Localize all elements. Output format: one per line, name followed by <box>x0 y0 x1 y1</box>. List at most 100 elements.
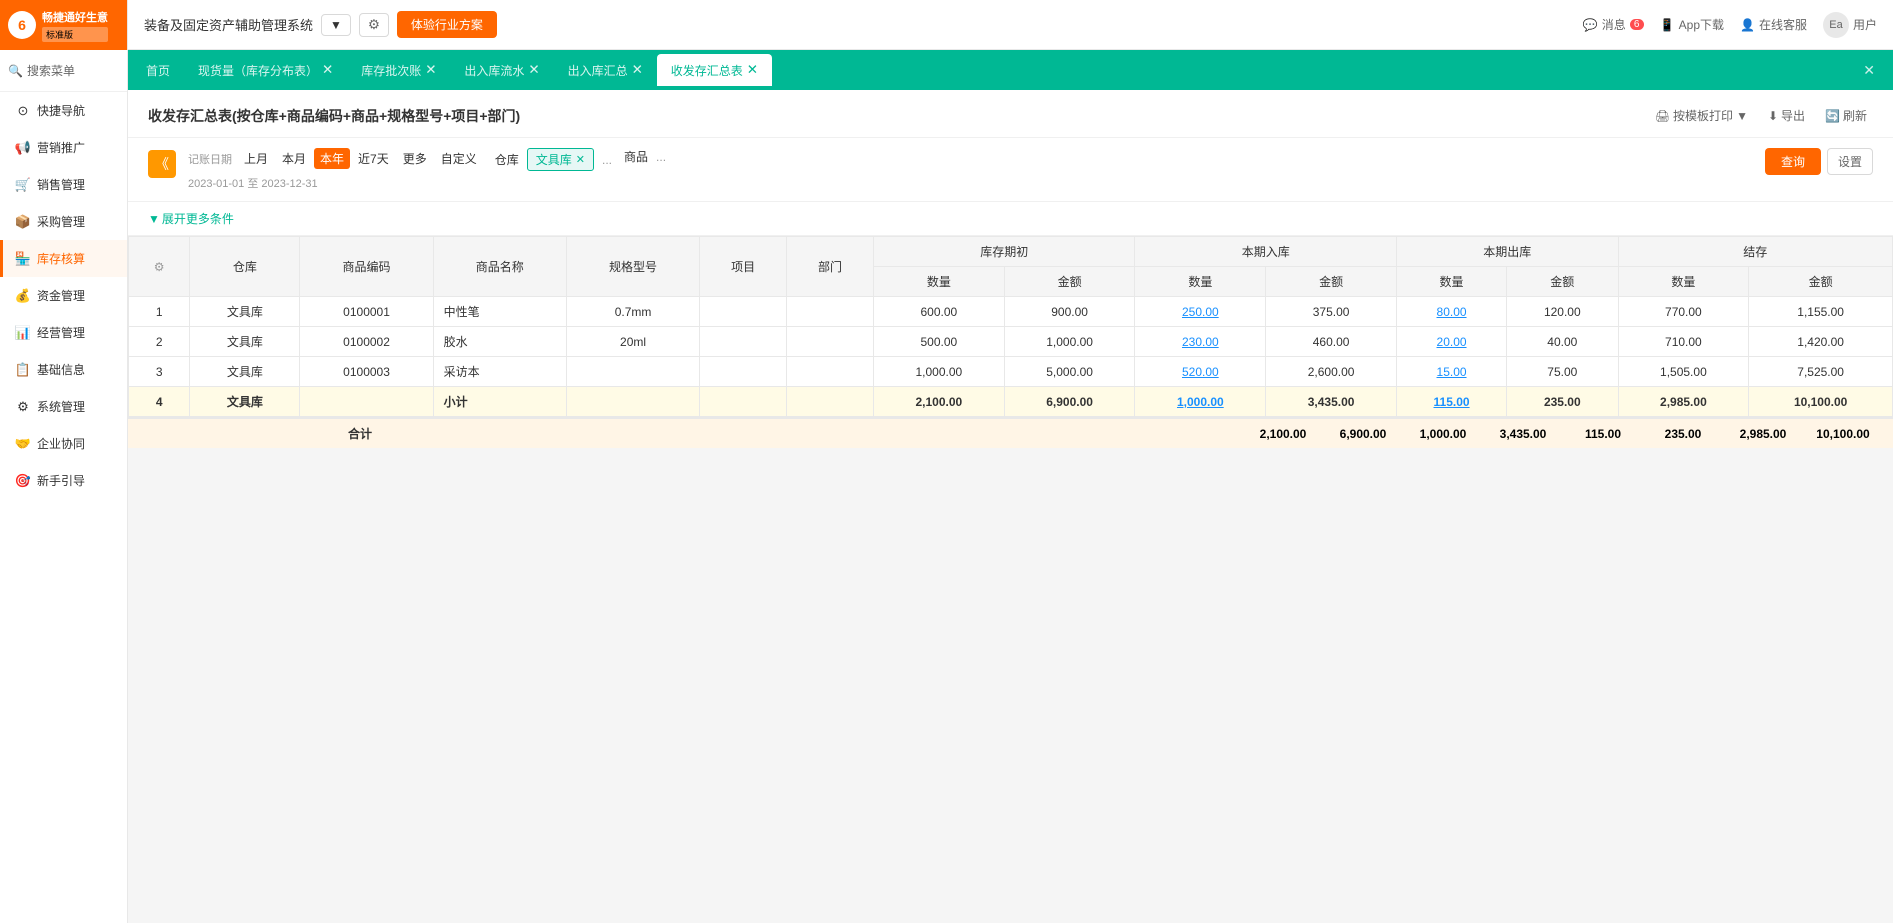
support-icon: 👤 <box>1740 18 1755 32</box>
goods-filter: 商品 ... <box>624 148 666 165</box>
date-btn-more[interactable]: 更多 <box>397 148 433 169</box>
row-in-qty[interactable]: 520.00 <box>1135 357 1266 387</box>
gear-button[interactable]: ⚙ <box>359 13 389 37</box>
export-button[interactable]: ⬇ 导出 <box>1762 104 1811 127</box>
sidebar-item-label: 采购管理 <box>37 213 85 230</box>
query-button[interactable]: 查询 <box>1765 148 1821 175</box>
refresh-button[interactable]: 🔄 刷新 <box>1819 104 1873 127</box>
date-btn-7days[interactable]: 近7天 <box>352 148 395 169</box>
sidebar-item-inventory[interactable]: 🏪 库存核算 <box>0 240 127 277</box>
date-btn-last-month[interactable]: 上月 <box>238 148 274 169</box>
row-in-qty[interactable]: 250.00 <box>1135 297 1266 327</box>
tab-batch-account[interactable]: 库存批次账 ✕ <box>347 54 450 86</box>
tab-close-button[interactable]: ✕ <box>425 62 436 78</box>
row-open-amt: 1,000.00 <box>1004 327 1135 357</box>
sidebar-item-system[interactable]: ⚙ 系统管理 <box>0 388 127 425</box>
footer-bal-qty: 2,985.00 <box>1723 427 1803 441</box>
sidebar-item-quick-nav[interactable]: ⊙ 快捷导航 <box>0 92 127 129</box>
row-no: 4 <box>129 387 190 417</box>
row-in-qty-link[interactable]: 230.00 <box>1182 335 1219 349</box>
tab-close-button[interactable]: ✕ <box>632 62 643 78</box>
sidebar-item-finance[interactable]: 💰 资金管理 <box>0 277 127 314</box>
tab-label: 收发存汇总表 <box>671 62 743 79</box>
sidebar-item-marketing[interactable]: 📢 营销推广 <box>0 129 127 166</box>
warehouse-tag-close[interactable]: ✕ <box>576 153 585 166</box>
col-open-amt-header: 金额 <box>1004 267 1135 297</box>
col-settings-icon[interactable]: ⚙ <box>154 260 165 274</box>
footer-out-qty: 115.00 <box>1563 427 1643 441</box>
sidebar-item-label: 库存核算 <box>37 250 85 267</box>
sidebar-item-label: 资金管理 <box>37 287 85 304</box>
trial-button[interactable]: 体验行业方案 <box>397 11 497 38</box>
sidebar-nav: ⊙ 快捷导航 📢 营销推广 🛒 销售管理 📦 采购管理 🏪 库存核算 💰 资金管… <box>0 92 127 923</box>
row-bal-amt: 1,420.00 <box>1749 327 1893 357</box>
row-out-qty-link[interactable]: 80.00 <box>1437 305 1467 319</box>
user-menu-button[interactable]: Ea 用户 <box>1823 12 1877 38</box>
page-close-button[interactable]: ✕ <box>1857 60 1881 81</box>
support-button[interactable]: 👤 在线客服 <box>1740 16 1807 33</box>
sidebar-item-operations[interactable]: 📊 经营管理 <box>0 314 127 351</box>
date-btn-this-year[interactable]: 本年 <box>314 148 350 169</box>
row-no: 3 <box>129 357 190 387</box>
expand-conditions-button[interactable]: ▼ 展开更多条件 <box>148 206 234 231</box>
row-in-qty[interactable]: 230.00 <box>1135 327 1266 357</box>
row-out-qty-link[interactable]: 15.00 <box>1437 365 1467 379</box>
row-in-qty[interactable]: 1,000.00 <box>1135 387 1266 417</box>
filter-toggle-button[interactable]: 《 <box>148 150 176 178</box>
row-out-amt: 75.00 <box>1507 357 1618 387</box>
tab-in-out-summary[interactable]: 出入库汇总 ✕ <box>554 54 657 86</box>
tab-home[interactable]: 首页 <box>132 54 184 86</box>
col-spec-header: 规格型号 <box>566 237 699 297</box>
sidebar-item-label: 销售管理 <box>37 176 85 193</box>
row-project <box>700 327 787 357</box>
finance-icon: 💰 <box>15 288 31 304</box>
date-btn-this-month[interactable]: 本月 <box>276 148 312 169</box>
warehouse-more[interactable]: ... <box>602 153 612 167</box>
basic-info-icon: 📋 <box>15 362 31 378</box>
row-dept <box>787 357 874 387</box>
row-in-qty-link[interactable]: 520.00 <box>1182 365 1219 379</box>
row-dept <box>787 387 874 417</box>
message-button[interactable]: 💬 消息 6 <box>1583 16 1644 33</box>
date-btn-custom[interactable]: 自定义 <box>435 148 483 169</box>
sidebar-item-label: 新手引导 <box>37 472 85 489</box>
export-icon: ⬇ <box>1768 109 1778 123</box>
row-bal-amt: 1,155.00 <box>1749 297 1893 327</box>
row-in-qty-link[interactable]: 1,000.00 <box>1177 395 1224 409</box>
system-icon: ⚙ <box>15 399 31 415</box>
goods-more[interactable]: ... <box>656 150 666 164</box>
sidebar-item-guide[interactable]: 🎯 新手引导 <box>0 462 127 499</box>
row-in-qty-link[interactable]: 250.00 <box>1182 305 1219 319</box>
row-out-qty[interactable]: 20.00 <box>1396 327 1506 357</box>
date-filter-label: 记账日期 <box>188 151 232 167</box>
sidebar-item-basic-info[interactable]: 📋 基础信息 <box>0 351 127 388</box>
expand-icon: ▼ <box>148 212 160 226</box>
sidebar-item-sales[interactable]: 🛒 销售管理 <box>0 166 127 203</box>
tab-close-button[interactable]: ✕ <box>747 62 758 78</box>
row-out-qty-link[interactable]: 115.00 <box>1434 395 1470 409</box>
col-out-period-header: 本期出库 <box>1396 237 1618 267</box>
system-dropdown-button[interactable]: ▼ <box>321 14 351 36</box>
app-download-button[interactable]: 📱 App下载 <box>1660 16 1724 33</box>
tab-close-button[interactable]: ✕ <box>322 62 333 78</box>
row-project <box>700 357 787 387</box>
sidebar-item-enterprise[interactable]: 🤝 企业协同 <box>0 425 127 462</box>
filter-settings-button[interactable]: 设置 <box>1827 148 1873 175</box>
tab-receive-summary[interactable]: 收发存汇总表 ✕ <box>657 54 772 86</box>
row-in-amt: 460.00 <box>1266 327 1397 357</box>
row-out-qty[interactable]: 115.00 <box>1396 387 1506 417</box>
row-in-amt: 3,435.00 <box>1266 387 1397 417</box>
top-header: 装备及固定资产辅助管理系统 ▼ ⚙ 体验行业方案 💬 消息 6 📱 App下载 … <box>128 0 1893 50</box>
row-out-qty[interactable]: 15.00 <box>1396 357 1506 387</box>
tab-close-button[interactable]: ✕ <box>528 62 539 78</box>
row-open-qty: 600.00 <box>873 297 1004 327</box>
row-out-qty-link[interactable]: 20.00 <box>1437 335 1467 349</box>
tab-inventory-dist[interactable]: 现货量（库存分布表） ✕ <box>184 54 347 86</box>
print-button[interactable]: 🖨 按模板打印 ▼ <box>1649 104 1754 127</box>
search-menu-button[interactable]: 🔍 搜索菜单 <box>8 58 119 83</box>
tab-in-out-flow[interactable]: 出入库流水 ✕ <box>450 54 553 86</box>
row-out-qty[interactable]: 80.00 <box>1396 297 1506 327</box>
sidebar-item-purchase[interactable]: 📦 采购管理 <box>0 203 127 240</box>
user-avatar: Ea <box>1823 12 1849 38</box>
col-out-qty-header: 数量 <box>1396 267 1506 297</box>
